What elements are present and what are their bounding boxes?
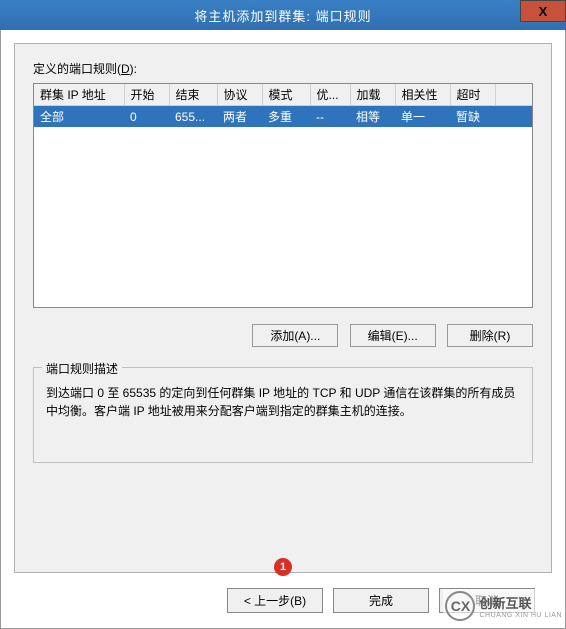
watermark: CX 创新互联 CHUANG XIN HU LIAN [443,589,564,623]
col-spacer [495,84,532,106]
col-end[interactable]: 结束 [169,84,217,106]
group-legend: 端口规则描述 [42,360,122,377]
finish-button[interactable]: 完成 [333,588,429,613]
col-timeout[interactable]: 超时 [450,84,495,106]
col-cluster-ip[interactable]: 群集 IP 地址 [34,84,124,106]
inner-panel: 定义的端口规则(D): 群集 IP 地址 开始 结束 协议 模式 [14,43,552,573]
watermark-line2: CHUANG XIN HU LIAN [479,612,562,619]
remove-button[interactable]: 删除(R) [447,324,533,347]
table-header-row: 群集 IP 地址 开始 结束 协议 模式 优... 加载 相关性 超时 [34,84,532,106]
back-button[interactable]: < 上一步(B) [227,588,323,613]
watermark-logo: CX [445,591,475,621]
description-text: 到达端口 0 至 65535 的定向到任何群集 IP 地址的 TCP 和 UDP… [46,384,520,420]
close-button[interactable]: X [520,0,566,22]
col-protocol[interactable]: 协议 [217,84,262,106]
col-mode[interactable]: 模式 [262,84,310,106]
table-row[interactable]: 全部 0 655... 两者 多重 -- 相等 单一 暂缺 [34,106,532,128]
add-button[interactable]: 添加(A)... [252,324,338,347]
window-title: 将主机添加到群集: 端口规则 [194,6,371,25]
col-start[interactable]: 开始 [124,84,169,106]
close-icon: X [539,4,548,19]
port-rule-description-group: 端口规则描述 到达端口 0 至 65535 的定向到任何群集 IP 地址的 TC… [33,367,533,463]
col-priority[interactable]: 优... [310,84,350,106]
dialog-content: 定义的端口规则(D): 群集 IP 地址 开始 结束 协议 模式 [0,30,566,629]
col-load[interactable]: 加载 [350,84,395,106]
defined-rules-label: 定义的端口规则(D): [33,60,533,77]
edit-button[interactable]: 编辑(E)... [350,324,436,347]
title-bar: 将主机添加到群集: 端口规则 X [0,0,566,30]
port-rules-table[interactable]: 群集 IP 地址 开始 结束 协议 模式 优... 加载 相关性 超时 全部 [34,84,532,127]
port-rules-table-container: 群集 IP 地址 开始 结束 协议 模式 优... 加载 相关性 超时 全部 [33,83,533,308]
col-affinity[interactable]: 相关性 [395,84,450,106]
annotation-marker-1: 1 [274,558,292,576]
table-actions: 添加(A)... 编辑(E)... 删除(R) [33,324,533,347]
watermark-line1: 创新互联 [479,593,562,612]
